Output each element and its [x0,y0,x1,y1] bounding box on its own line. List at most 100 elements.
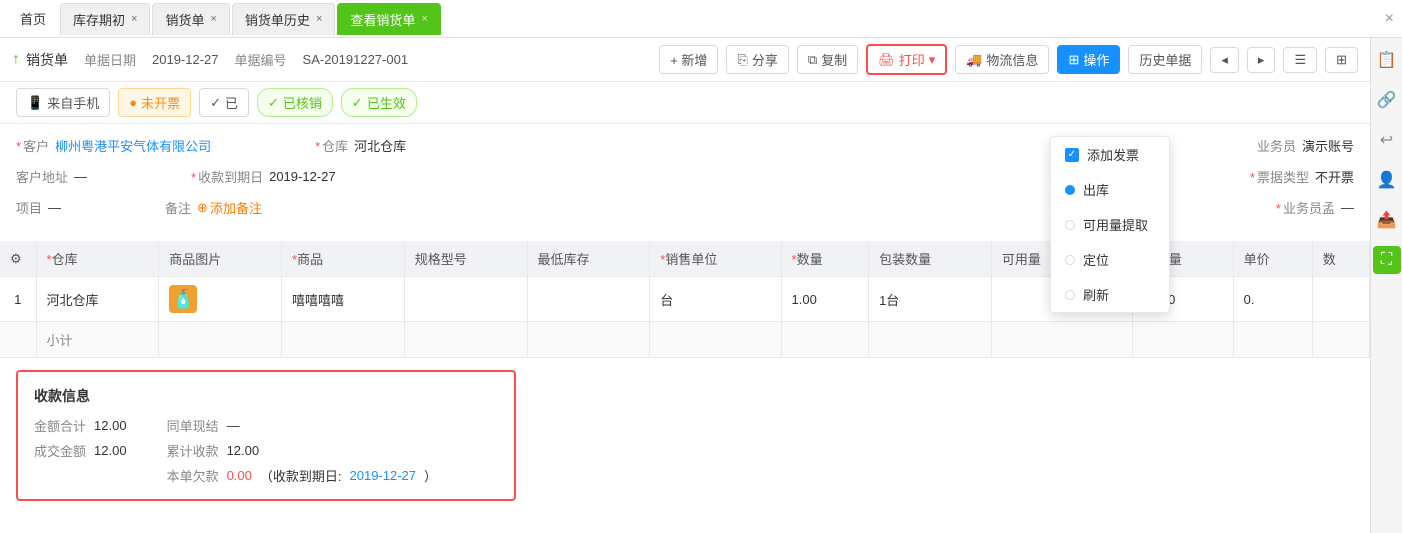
right-sidebar: 📋 🔗 ↩ 👤 📤 ⛶ [1370,38,1402,533]
sidebar-icon-2[interactable]: 🔗 [1373,86,1401,114]
available-radio [1065,220,1075,230]
staff-value: 演示账号 [1302,136,1354,155]
biz-staff-value: — [1341,200,1354,215]
overdue-suffix: （收款到期日: [260,466,342,485]
subtotal-product [282,322,405,358]
effective-icon: ✓ [352,95,363,111]
customer-label: 客户 [16,136,49,155]
locate-radio [1065,255,1075,265]
number-value: SA-20191227-001 [303,52,409,67]
tab-view-sales[interactable]: 查看销货单 × [337,3,440,35]
sidebar-icon-5[interactable]: 📤 [1373,206,1401,234]
subtotal-min-stock [527,322,650,358]
subtotal-label [0,322,36,358]
warehouse-label: 仓库 [315,136,348,155]
sidebar-icon-4[interactable]: 👤 [1373,166,1401,194]
sidebar-icon-expand[interactable]: ⛶ [1373,246,1401,274]
content-area: ↑ 销货单 单据日期 2019-12-27 单据编号 SA-20191227-0… [0,38,1370,533]
customer-value[interactable]: 柳州粤港平安气体有限公司 [55,136,211,155]
number-label: 单据编号 [235,50,287,69]
operations-button[interactable]: ⊞ 操作 [1057,45,1120,74]
invoice-icon: ● [129,95,137,110]
dropdown-add-invoice[interactable]: ✓ 添加发票 [1051,137,1169,172]
from-phone-button[interactable]: 📱 来自手机 [16,88,110,117]
view-btn2[interactable]: ⊞ [1325,47,1358,73]
row-qty: 1.00 [781,277,869,322]
row-warehouse: 河北仓库 [36,277,159,322]
tab-sales-order[interactable]: 销货单 × [152,3,229,35]
sidebar-icon-1[interactable]: 📋 [1373,46,1401,74]
check-button[interactable]: ✓ 已 [199,88,249,117]
print-button[interactable]: 🖨 打印 ▾ [866,44,947,75]
total-row: 金额合计 12.00 [34,416,127,435]
row-amount [1312,277,1369,322]
payment-date-field: 收款到期日 2019-12-27 [191,167,336,186]
tab-inventory-label: 库存期初 [73,10,125,29]
copy-label: 复制 [821,50,847,69]
cancelled-button[interactable]: ✓ 已核销 [257,88,333,117]
payment-col-left: 金额合计 12.00 成交金额 12.00 [34,416,127,485]
tab-history-close[interactable]: × [316,13,322,25]
settings-icon[interactable]: ⚙ [10,251,22,266]
sidebar-icon-3[interactable]: ↩ [1373,126,1401,154]
project-label: 项目 [16,198,42,217]
dropdown-outbound[interactable]: 出库 [1051,172,1169,207]
row-index: 1 [0,277,36,322]
address-field: 客户地址 — [16,167,87,186]
row-min-stock [527,277,650,322]
effective-label: 已生效 [367,93,406,112]
share-button[interactable]: ⎘ 分享 [726,45,788,74]
next-button[interactable]: ▸ [1247,47,1276,73]
cumulative-label: 累计收款 [167,441,219,460]
doc-title: ↑ 销货单 [12,50,68,70]
refresh-radio [1065,290,1075,300]
subtotal-amount [1312,322,1369,358]
outbound-label: 出库 [1083,180,1109,199]
tab-home[interactable]: 首页 [8,3,58,35]
print-dropdown-icon: ▾ [929,52,936,68]
tab-sales-history[interactable]: 销货单历史 × [232,3,335,35]
tab-home-label: 首页 [20,9,46,28]
view-btn1[interactable]: ☰ [1283,47,1317,73]
payment-title: 收款信息 [34,386,498,406]
window-close-button[interactable]: × [1385,10,1394,28]
effective-button[interactable]: ✓ 已生效 [341,88,417,117]
payment-info-box: 收款信息 金额合计 12.00 成交金额 12.00 [16,370,516,501]
project-field: 项目 — [16,198,61,217]
project-value: — [48,200,61,215]
sales-order-icon: ↑ [12,51,20,69]
new-button[interactable]: + 新增 [659,45,718,74]
share-label: 分享 [752,50,778,69]
doc-type-label: 销货单 [26,50,68,70]
total-value: 12.00 [94,418,127,433]
col-product-img: 商品图片 [159,241,282,277]
row-price: 0. [1233,277,1312,322]
add-remark-button[interactable]: ⊕ 添加备注 [197,198,262,217]
prev-button[interactable]: ◂ [1210,47,1239,73]
doc-meta: 单据日期 2019-12-27 单据编号 SA-20191227-001 [84,50,408,69]
not-open-label: 未开票 [141,93,180,112]
dropdown-refresh[interactable]: 刷新 [1051,277,1169,312]
staff-field: 业务员 演示账号 [1257,136,1354,155]
not-open-button[interactable]: ● 未开票 [118,88,191,117]
copy-button[interactable]: ⧉ 复制 [797,45,858,74]
check-icon: ✓ [210,95,221,111]
row-product-img: 🧴 [159,277,282,322]
same-order-value: — [227,418,240,433]
operations-label: 操作 [1083,50,1109,69]
copy-icon: ⧉ [808,52,817,68]
history-button[interactable]: 历史单据 [1128,45,1202,74]
col-price: 单价 [1233,241,1312,277]
tab-bar: 首页 库存期初 × 销货单 × 销货单历史 × 查看销货单 × × [0,0,1402,38]
operations-dropdown: ✓ 添加发票 出库 可用量提取 定位 刷新 [1050,136,1170,313]
dropdown-available[interactable]: 可用量提取 [1051,207,1169,242]
dropdown-locate[interactable]: 定位 [1051,242,1169,277]
tab-view-close[interactable]: × [421,13,427,25]
history-label: 历史单据 [1139,50,1191,69]
outbound-radio [1065,185,1075,195]
logistics-button[interactable]: 🚚 物流信息 [955,45,1049,74]
overdue-value: 0.00 [227,468,252,483]
tab-inventory-close[interactable]: × [131,13,137,25]
tab-sales-close[interactable]: × [210,13,216,25]
tab-inventory-init[interactable]: 库存期初 × [60,3,150,35]
